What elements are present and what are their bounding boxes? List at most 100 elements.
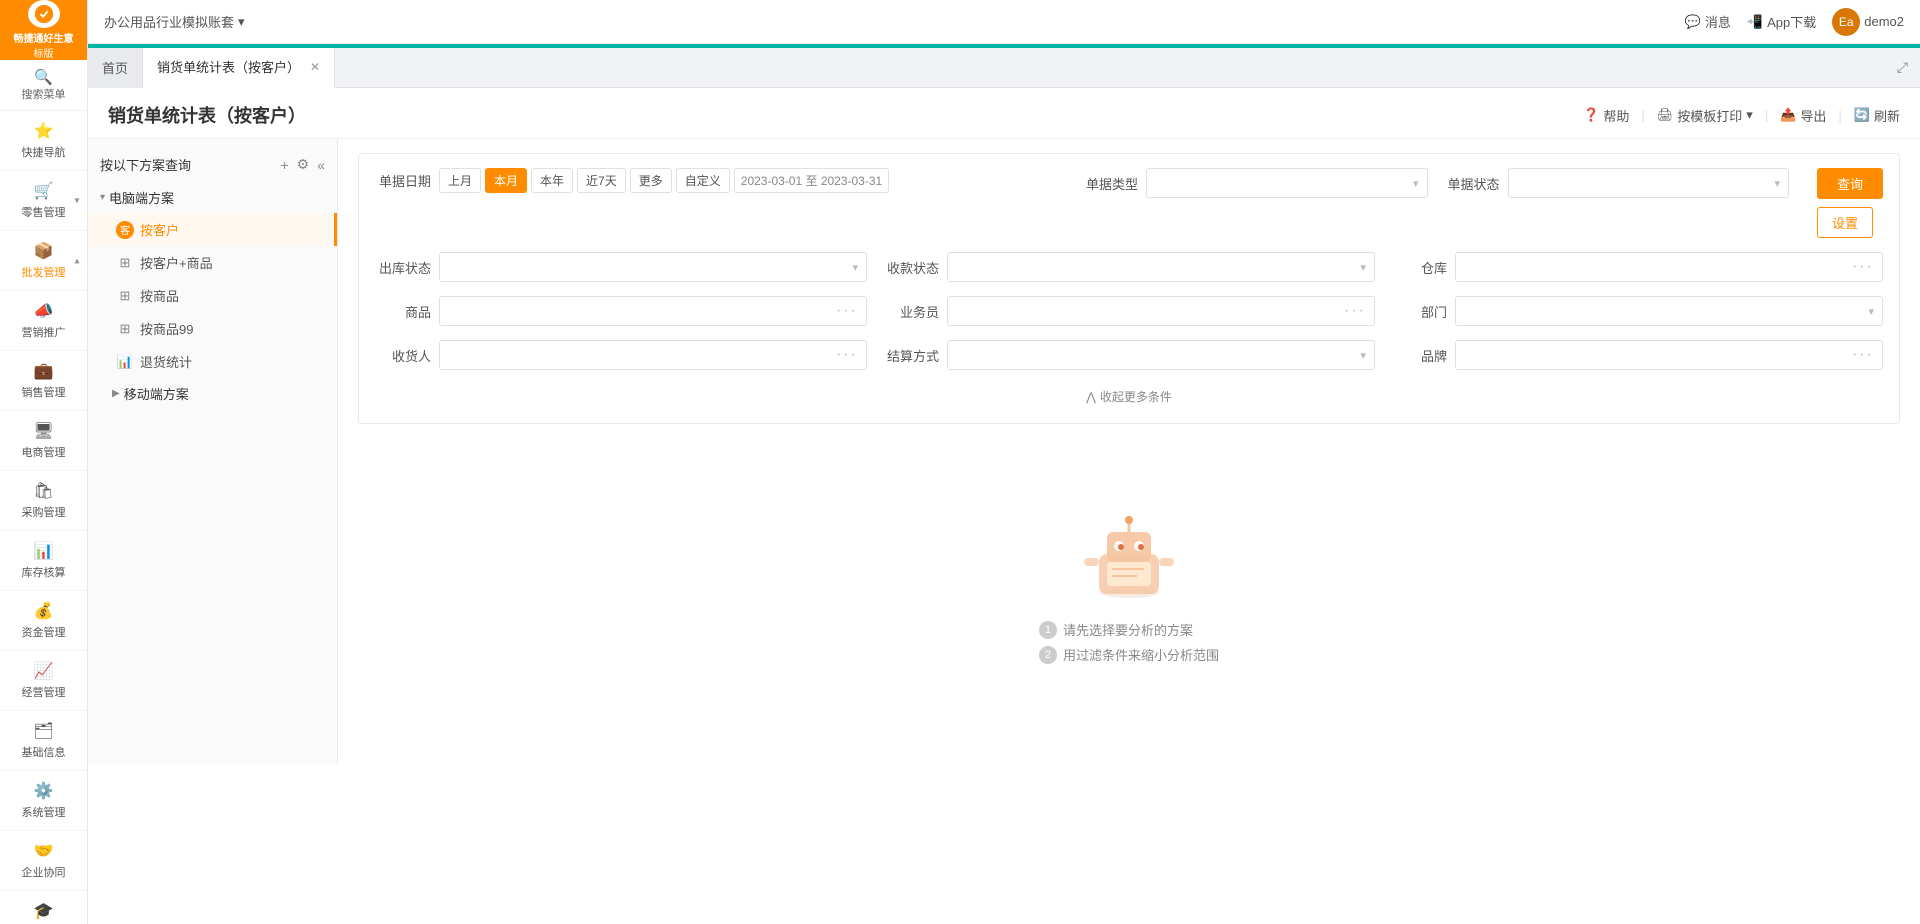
add-scheme-button[interactable]: +: [280, 157, 288, 173]
sidebar-item-label-wholesale: 批发管理: [22, 264, 66, 280]
tree-item-by-customer[interactable]: 客 按客户: [88, 213, 337, 246]
receiver-select[interactable]: ···: [439, 340, 867, 370]
salesperson-control: ···: [947, 296, 1375, 326]
sidebar-item-marketing[interactable]: 📣 营销推广: [0, 291, 88, 351]
product-select[interactable]: ···: [439, 296, 867, 326]
brand-dots-icon[interactable]: ···: [1852, 346, 1874, 364]
sidebar-item-purchase[interactable]: 🛍 采购管理: [0, 471, 88, 531]
sidebar-item-system[interactable]: ⚙️ 系统管理: [0, 771, 88, 831]
sidebar-item-inventory[interactable]: 📊 库存核算: [0, 531, 88, 591]
order-type-select[interactable]: ▾: [1146, 168, 1428, 198]
retail-icon: 🛒: [34, 181, 54, 201]
warehouse-select[interactable]: ···: [1455, 252, 1883, 282]
help-button[interactable]: ❓ 帮助: [1583, 106, 1629, 125]
chevron-down-icon: ▾: [74, 195, 79, 206]
tree-item-return-stat[interactable]: 📊 退货统计: [88, 345, 337, 378]
sidebar-item-label-retail: 零售管理: [22, 204, 66, 220]
sidebar-item-sales[interactable]: 💼 销售管理: [0, 351, 88, 411]
search-button[interactable]: 查询: [1817, 168, 1883, 199]
chevron-up-icon: ▴: [74, 255, 79, 266]
salesperson-dots-icon[interactable]: ···: [1344, 302, 1366, 320]
sidebar-item-basics[interactable]: 🗂 基础信息: [0, 711, 88, 771]
return-stat-scheme-icon: 📊: [116, 353, 134, 371]
print-button[interactable]: 🖨 按模板打印 ▾: [1657, 106, 1753, 125]
tree-group-desktop-header[interactable]: ▾ 电脑端方案: [88, 182, 337, 213]
settlement-select[interactable]: ▾: [947, 340, 1375, 370]
sidebar: 畅捷通好生意 标版 🔍 搜索菜单 ⭐ 快捷导航 🛒 零售管理 ▾ 📦 批发管理 …: [0, 0, 88, 924]
settings-button[interactable]: 设置: [1817, 207, 1873, 238]
tab-sales-stat[interactable]: 销货单统计表（按客户） ✕: [143, 48, 335, 88]
sidebar-item-operations[interactable]: 📈 经营管理: [0, 651, 88, 711]
receiver-dots-icon[interactable]: ···: [836, 346, 858, 364]
sidebar-search-item[interactable]: 🔍 搜索菜单: [0, 60, 88, 111]
left-panel: 按以下方案查询 + ⚙ « ▾ 电脑端方案 客 按客户: [88, 139, 338, 764]
user-menu[interactable]: Ea demo2: [1832, 8, 1904, 36]
tip-1-num: 1: [1039, 621, 1057, 639]
date-btn-last-month[interactable]: 上月: [439, 168, 481, 193]
finance-icon: 💰: [34, 601, 54, 621]
scheme-settings-button[interactable]: ⚙: [297, 156, 310, 173]
user-name: demo2: [1864, 14, 1904, 29]
payment-status-select[interactable]: ▾: [947, 252, 1375, 282]
logo-text: 畅捷通好生意: [14, 30, 74, 45]
refresh-button[interactable]: 🔄 刷新: [1854, 106, 1900, 125]
date-btn-this-month[interactable]: 本月: [485, 168, 527, 193]
app-download-label: App下载: [1767, 12, 1816, 31]
tab-sales-stat-label: 销货单统计表（按客户）: [157, 57, 300, 76]
order-status-arrow-icon: ▾: [1774, 177, 1780, 190]
sidebar-item-wholesale[interactable]: 📦 批发管理 ▴: [0, 231, 88, 291]
tree-group-mobile-header[interactable]: ▶ 移动端方案: [88, 378, 337, 409]
date-btn-more[interactable]: 更多: [630, 168, 672, 193]
collapse-panel-button[interactable]: «: [317, 157, 325, 173]
topbar-right: 💬 消息 📲 App下载 Ea demo2: [1685, 8, 1904, 36]
action-buttons: 查询 设置: [1805, 168, 1883, 238]
order-status-control: ▾: [1508, 168, 1790, 198]
product-dots-icon[interactable]: ···: [836, 302, 858, 320]
sidebar-item-enterprise[interactable]: 🤝 企业协同: [0, 831, 88, 891]
message-button[interactable]: 💬 消息: [1685, 12, 1731, 31]
filter-brand-item: 品牌 ···: [1391, 340, 1883, 370]
out-status-select[interactable]: ▾: [439, 252, 867, 282]
logo-icon: [28, 0, 60, 28]
department-select[interactable]: ▾: [1455, 296, 1883, 326]
brand-select[interactable]: ···: [1455, 340, 1883, 370]
app-download-button[interactable]: 📲 App下载: [1747, 12, 1816, 31]
message-label: 消息: [1705, 12, 1731, 31]
tab-maximize-button[interactable]: ⤢: [1885, 59, 1920, 76]
tip-2-num: 2: [1039, 646, 1057, 664]
tab-close-icon[interactable]: ✕: [310, 60, 320, 74]
warehouse-dots-icon[interactable]: ···: [1852, 258, 1874, 276]
page-title: 销货单统计表（按客户）: [108, 102, 306, 128]
empty-tip-2: 2 用过滤条件来缩小分析范围: [1039, 645, 1219, 664]
sidebar-item-ecommerce[interactable]: 🖥 电商管理: [0, 411, 88, 471]
help-label: 帮助: [1603, 106, 1629, 125]
date-btn-last-7[interactable]: 近7天: [577, 168, 626, 193]
department-arrow-icon: ▾: [1868, 305, 1874, 318]
salesperson-select[interactable]: ···: [947, 296, 1375, 326]
sidebar-item-quick-nav[interactable]: ⭐ 快捷导航: [0, 111, 88, 171]
receiver-label: 收货人: [375, 346, 431, 365]
sidebar-item-label-quicknav: 快捷导航: [22, 144, 66, 160]
date-btn-custom[interactable]: 自定义: [676, 168, 730, 193]
filter-row-1: 单据日期 上月 本月 本年 近7天 更多 自定义 2023-03-01 至 20…: [375, 168, 1883, 238]
order-status-select[interactable]: ▾: [1508, 168, 1790, 198]
tree-item-by-customer-product[interactable]: ⊞ 按客户+商品: [88, 246, 337, 279]
sidebar-item-retail[interactable]: 🛒 零售管理 ▾: [0, 171, 88, 231]
tree-group-mobile: ▶ 移动端方案: [88, 378, 337, 409]
sidebar-item-label-basics: 基础信息: [22, 744, 66, 760]
system-name[interactable]: 办公用品行业模拟账套 ▾: [104, 12, 245, 31]
tree-item-by-product-99[interactable]: ⊞ 按商品99: [88, 312, 337, 345]
tree-item-by-product[interactable]: ⊞ 按商品: [88, 279, 337, 312]
export-button[interactable]: 📤 导出: [1780, 106, 1826, 125]
receiver-control: ···: [439, 340, 867, 370]
sidebar-logo[interactable]: 畅捷通好生意 标版: [0, 0, 88, 60]
sidebar-item-finance[interactable]: 💰 资金管理: [0, 591, 88, 651]
tab-home[interactable]: 首页: [88, 48, 143, 88]
date-btn-this-year[interactable]: 本年: [531, 168, 573, 193]
sidebar-item-newbie[interactable]: 🎓 新手引导: [0, 891, 88, 924]
export-icon: 📤: [1780, 107, 1796, 123]
collapse-button[interactable]: ⋀ 收起更多条件: [1074, 384, 1184, 409]
avatar: Ea: [1832, 8, 1860, 36]
filter-panel: 单据日期 上月 本月 本年 近7天 更多 自定义 2023-03-01 至 20…: [338, 139, 1920, 764]
refresh-icon: 🔄: [1854, 107, 1870, 123]
